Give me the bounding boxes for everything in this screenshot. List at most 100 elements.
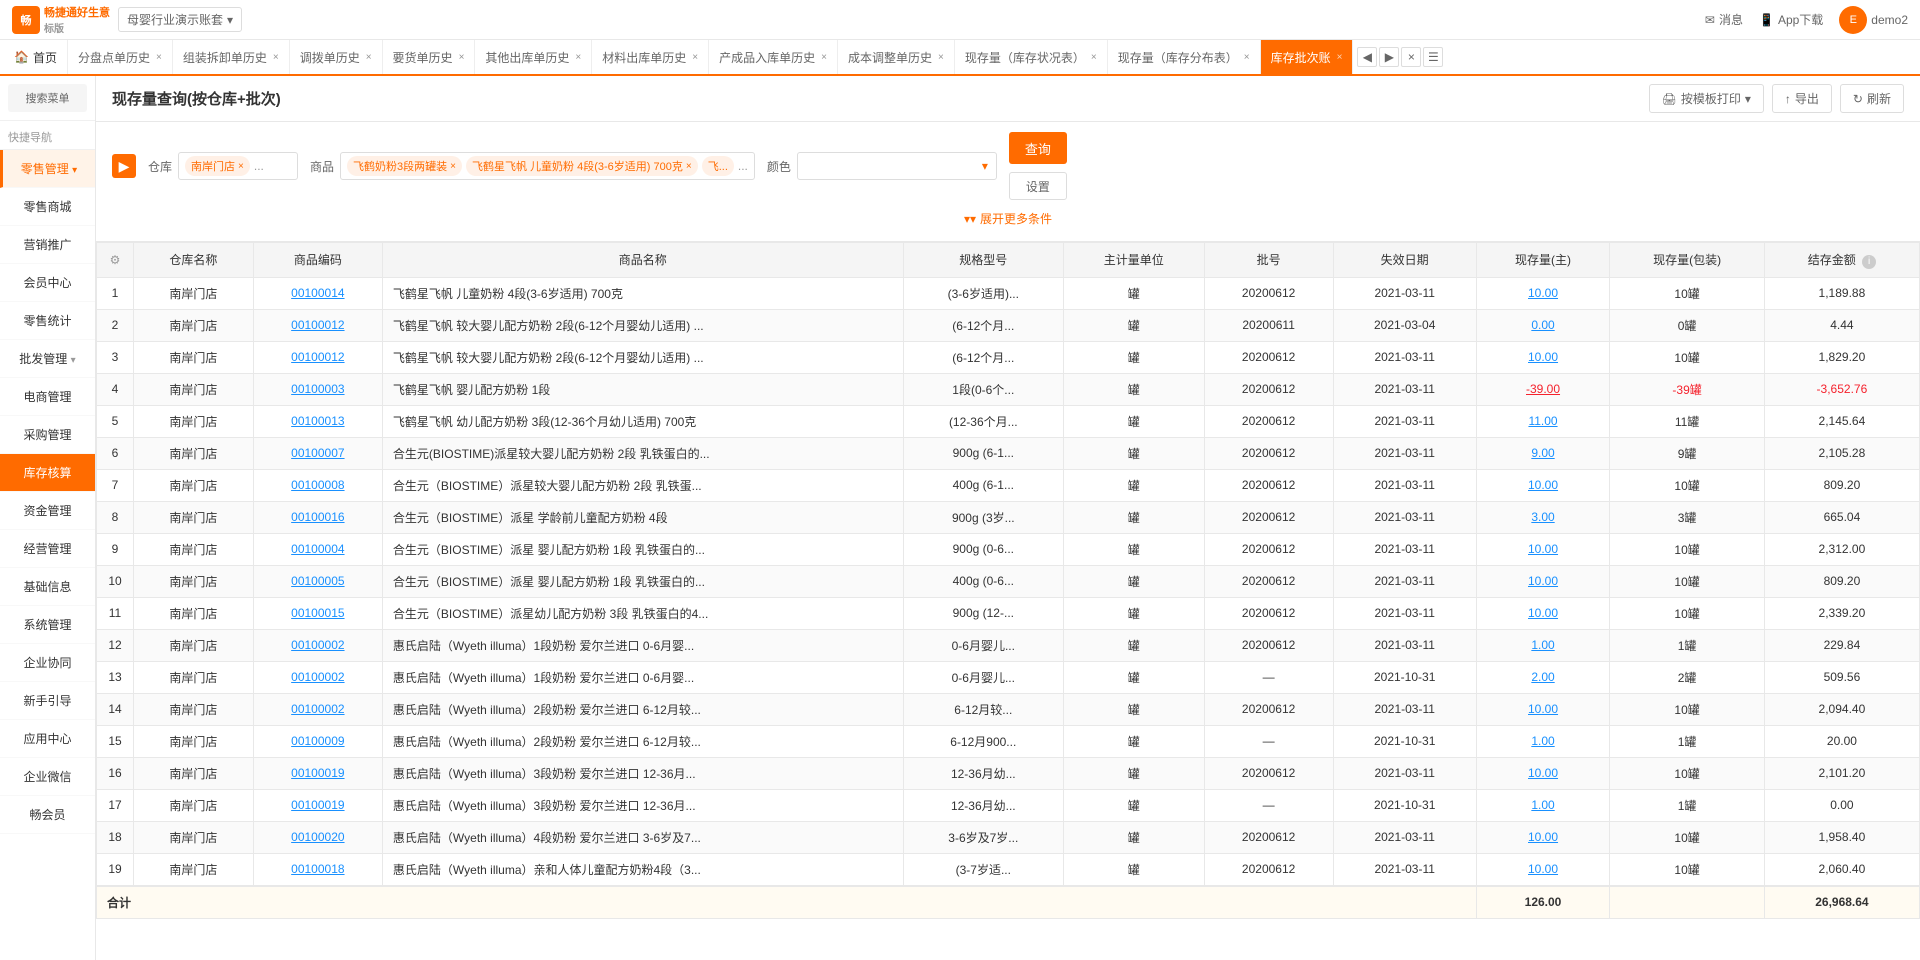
close-icon[interactable]: × (366, 52, 372, 63)
refresh-btn[interactable]: ↻ 刷新 (1840, 84, 1904, 113)
product-tag-1[interactable]: 飞鹤奶粉3段两罐装 × (347, 156, 462, 176)
sidebar-item-qiye[interactable]: 企业协同 (0, 644, 95, 682)
row-stock-main[interactable]: 3.00 (1476, 501, 1610, 533)
warehouse-tag[interactable]: 南岸门店 × (185, 156, 250, 176)
close-icon[interactable]: × (156, 52, 162, 63)
logo-icon: 畅 (12, 6, 40, 34)
footer-balance: 26,968.64 (1764, 886, 1919, 919)
close-icon[interactable]: × (273, 52, 279, 63)
row-stock-main[interactable]: 10.00 (1476, 757, 1610, 789)
sidebar-item-yingyong[interactable]: 应用中心 (0, 720, 95, 758)
sidebar-item-xitong[interactable]: 系统管理 (0, 606, 95, 644)
row-batch: 20200612 (1204, 341, 1333, 373)
row-stock-main[interactable]: 10.00 (1476, 597, 1610, 629)
close-icon[interactable]: × (692, 52, 698, 63)
tab-menu-btn[interactable]: ☰ (1423, 47, 1443, 67)
tab-prev-btn[interactable]: ◀ (1357, 47, 1377, 67)
table-row: 7 南岸门店 00100008 合生元（BIOSTIME）派星较大婴儿配方奶粉 … (97, 469, 1920, 501)
info-icon[interactable]: i (1862, 255, 1876, 269)
sidebar-item-jichu[interactable]: 基础信息 (0, 568, 95, 606)
account-selector[interactable]: 母婴行业演示账套 ▾ (118, 7, 242, 32)
tab-cailiaochu[interactable]: 材料出库单历史 × (592, 40, 709, 75)
sidebar-item-pifa[interactable]: 批发管理 ▾ (0, 340, 95, 378)
col-stock-main: 现存量(主) (1476, 243, 1610, 278)
sidebar-item-caigou[interactable]: 采购管理 (0, 416, 95, 454)
user-avatar-area[interactable]: E demo2 (1839, 6, 1908, 34)
close-icon[interactable]: × (1337, 52, 1343, 63)
sidebar-item-changyuan[interactable]: 畅会员 (0, 796, 95, 834)
tab-chengbentiao[interactable]: 成本调整单历史 × (838, 40, 955, 75)
row-stock-main[interactable]: 10.00 (1476, 277, 1610, 309)
product-tag-2[interactable]: 飞鹤星飞帆 儿童奶粉 4段(3-6岁适用) 700克 × (466, 156, 698, 176)
row-stock-main[interactable]: 11.00 (1476, 405, 1610, 437)
tab-qita[interactable]: 其他出库单历史 × (475, 40, 592, 75)
product-tag-more[interactable]: 飞... (702, 156, 734, 176)
row-stock-main[interactable]: 1.00 (1476, 725, 1610, 757)
close-icon[interactable]: × (938, 52, 944, 63)
color-filter-box[interactable]: ▾ (797, 152, 997, 180)
remove-product-tag-1-icon[interactable]: × (450, 161, 456, 172)
message-btn[interactable]: ✉ 消息 (1705, 11, 1743, 28)
sidebar-item-xinshou[interactable]: 新手引导 (0, 682, 95, 720)
tab-fenpan[interactable]: 分盘点单历史 × (68, 40, 173, 75)
export-btn[interactable]: ↑ 导出 (1772, 84, 1832, 113)
close-icon[interactable]: × (821, 52, 827, 63)
sidebar-item-lingshangcheng[interactable]: 零售商城 (0, 188, 95, 226)
sidebar-item-jingying[interactable]: 经营管理 (0, 530, 95, 568)
row-stock-main[interactable]: 10.00 (1476, 693, 1610, 725)
tab-pizhukuizhang[interactable]: 库存批次账 × (1261, 40, 1354, 75)
sidebar-item-lingshtong[interactable]: 零售统计 (0, 302, 95, 340)
row-stock-main[interactable]: 10.00 (1476, 469, 1610, 501)
row-unit: 罐 (1063, 565, 1204, 597)
tab-chengpinru[interactable]: 产成品入库单历史 × (709, 40, 838, 75)
sidebar-item-zijin[interactable]: 资金管理 (0, 492, 95, 530)
app-download-btn[interactable]: 📱 App下载 (1759, 11, 1823, 28)
row-stock-main[interactable]: 10.00 (1476, 853, 1610, 886)
tab-yaohuo[interactable]: 要货单历史 × (383, 40, 476, 75)
close-icon[interactable]: × (575, 52, 581, 63)
row-name: 合生元(BIOSTIME)派星较大婴儿配方奶粉 2段 乳铁蛋白的... (382, 437, 903, 469)
tab-xianzailiang1[interactable]: 现存量（库存状况表） × (955, 40, 1108, 75)
row-stock-main[interactable]: 10.00 (1476, 533, 1610, 565)
row-stock-main[interactable]: 2.00 (1476, 661, 1610, 693)
sidebar-item-yingxiao[interactable]: 营销推广 (0, 226, 95, 264)
tab-zuhe[interactable]: 组装拆卸单历史 × (173, 40, 290, 75)
product-filter-tags[interactable]: 飞鹤奶粉3段两罐装 × 飞鹤星飞帆 儿童奶粉 4段(3-6岁适用) 700克 ×… (340, 152, 755, 180)
filter-expand-toggle[interactable]: ▶ (112, 154, 136, 178)
row-stock-main[interactable]: 9.00 (1476, 437, 1610, 469)
page-header: 现存量查询(按仓库+批次) 🖨 按模板打印 ▾ ↑ 导出 ↻ 刷新 (96, 76, 1920, 122)
print-btn[interactable]: 🖨 按模板打印 ▾ (1649, 84, 1764, 113)
tab-diaobo[interactable]: 调拨单历史 × (290, 40, 383, 75)
row-stock-main[interactable]: -39.00 (1476, 373, 1610, 405)
settings-icon[interactable]: ⚙ (107, 252, 123, 268)
row-stock-main[interactable]: 0.00 (1476, 309, 1610, 341)
row-expire: 2021-10-31 (1333, 725, 1476, 757)
warehouse-filter-tags[interactable]: 南岸门店 × ... (178, 152, 298, 180)
row-stock-main[interactable]: 1.00 (1476, 629, 1610, 661)
sidebar-item-dianshang[interactable]: 电商管理 (0, 378, 95, 416)
close-icon[interactable]: × (1244, 52, 1250, 63)
row-stock-main[interactable]: 10.00 (1476, 565, 1610, 597)
row-stock-pack: 10罐 (1610, 821, 1764, 853)
expand-more-btn[interactable]: ▾▾ 展开更多条件 (112, 206, 1904, 231)
row-stock-main[interactable]: 1.00 (1476, 789, 1610, 821)
remove-product-tag-2-icon[interactable]: × (686, 161, 692, 172)
row-stock-main[interactable]: 10.00 (1476, 341, 1610, 373)
row-code: 00100005 (253, 565, 382, 597)
sidebar-item-lingshoup[interactable]: 零售管理 ▾ (0, 150, 95, 188)
col-settings[interactable]: ⚙ (97, 243, 134, 278)
sidebar-item-qiyeweixin[interactable]: 企业微信 (0, 758, 95, 796)
query-btn[interactable]: 查询 (1009, 132, 1067, 164)
sidebar-item-kucun[interactable]: 库存核算 (0, 454, 95, 492)
tab-xianzailiang2[interactable]: 现存量（库存分布表） × (1108, 40, 1261, 75)
remove-warehouse-tag-icon[interactable]: × (238, 161, 244, 172)
tab-home[interactable]: 🏠 首页 (4, 40, 68, 75)
tab-close-btn[interactable]: × (1401, 47, 1421, 67)
sidebar-item-huiyuan[interactable]: 会员中心 (0, 264, 95, 302)
close-icon[interactable]: × (1091, 52, 1097, 63)
close-icon[interactable]: × (459, 52, 465, 63)
settings-btn[interactable]: 设置 (1009, 172, 1067, 200)
tab-next-btn[interactable]: ▶ (1379, 47, 1399, 67)
row-stock-main[interactable]: 10.00 (1476, 821, 1610, 853)
search-menu-btn[interactable]: 搜索菜单 (8, 84, 87, 112)
